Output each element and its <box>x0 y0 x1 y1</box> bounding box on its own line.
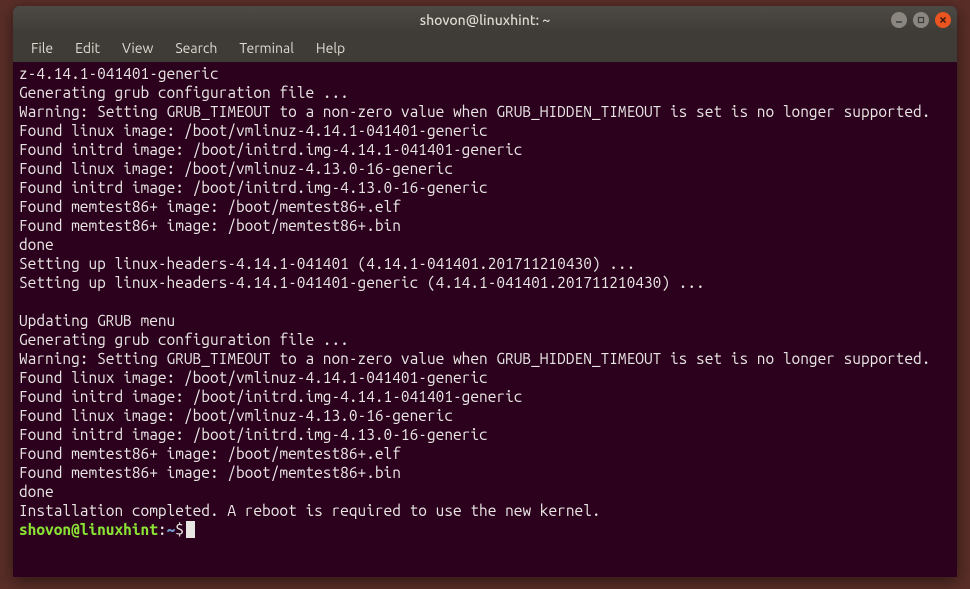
window-controls <box>891 12 951 28</box>
terminal-line: Generating grub configuration file ... <box>19 84 349 101</box>
terminal-line: Found linux image: /boot/vmlinuz-4.13.0-… <box>19 407 453 424</box>
terminal-line: Found memtest86+ image: /boot/memtest86+… <box>19 464 401 481</box>
terminal-line: Warning: Setting GRUB_TIMEOUT to a non-z… <box>19 103 930 120</box>
terminal-line: Setting up linux-headers-4.14.1-041401-g… <box>19 274 705 291</box>
terminal-line: Found initrd image: /boot/initrd.img-4.1… <box>19 141 522 158</box>
terminal-line: Found memtest86+ image: /boot/memtest86+… <box>19 198 401 215</box>
titlebar: shovon@linuxhint: ~ <box>13 6 957 34</box>
terminal-line: Found linux image: /boot/vmlinuz-4.13.0-… <box>19 160 453 177</box>
menu-edit[interactable]: Edit <box>65 36 110 60</box>
terminal-line: Found linux image: /boot/vmlinuz-4.14.1-… <box>19 122 488 139</box>
terminal-line: Found initrd image: /boot/initrd.img-4.1… <box>19 179 488 196</box>
terminal-line: Found linux image: /boot/vmlinuz-4.14.1-… <box>19 369 488 386</box>
maximize-button[interactable] <box>913 12 929 28</box>
terminal-window: shovon@linuxhint: ~ File Edit View Searc… <box>13 6 957 577</box>
prompt-colon: : <box>158 521 167 538</box>
terminal-line: Found memtest86+ image: /boot/memtest86+… <box>19 217 401 234</box>
terminal-line: z-4.14.1-041401-generic <box>19 65 219 82</box>
terminal-line: Setting up linux-headers-4.14.1-041401 (… <box>19 255 635 272</box>
terminal-line: Found memtest86+ image: /boot/memtest86+… <box>19 445 401 462</box>
terminal-line: Found initrd image: /boot/initrd.img-4.1… <box>19 426 488 443</box>
terminal-line: Warning: Setting GRUB_TIMEOUT to a non-z… <box>19 350 930 367</box>
prompt-symbol: $ <box>175 521 184 538</box>
menu-view[interactable]: View <box>112 36 163 60</box>
window-title: shovon@linuxhint: ~ <box>420 12 551 28</box>
terminal-output[interactable]: z-4.14.1-041401-generic Generating grub … <box>13 62 957 577</box>
menu-terminal[interactable]: Terminal <box>229 36 304 60</box>
menu-help[interactable]: Help <box>306 36 355 60</box>
terminal-line: done <box>19 236 54 253</box>
terminal-line: Generating grub configuration file ... <box>19 331 349 348</box>
close-button[interactable] <box>935 12 951 28</box>
menubar: File Edit View Search Terminal Help <box>13 34 957 62</box>
minimize-button[interactable] <box>891 12 907 28</box>
terminal-line: done <box>19 483 54 500</box>
prompt-user-host: shovon@linuxhint <box>19 521 158 538</box>
menu-search[interactable]: Search <box>165 36 227 60</box>
terminal-line: Found initrd image: /boot/initrd.img-4.1… <box>19 388 522 405</box>
cursor <box>186 521 195 538</box>
terminal-line: Updating GRUB menu <box>19 312 175 329</box>
menu-file[interactable]: File <box>21 36 63 60</box>
terminal-line: Installation completed. A reboot is requ… <box>19 502 601 519</box>
prompt-path: ~ <box>167 521 176 538</box>
